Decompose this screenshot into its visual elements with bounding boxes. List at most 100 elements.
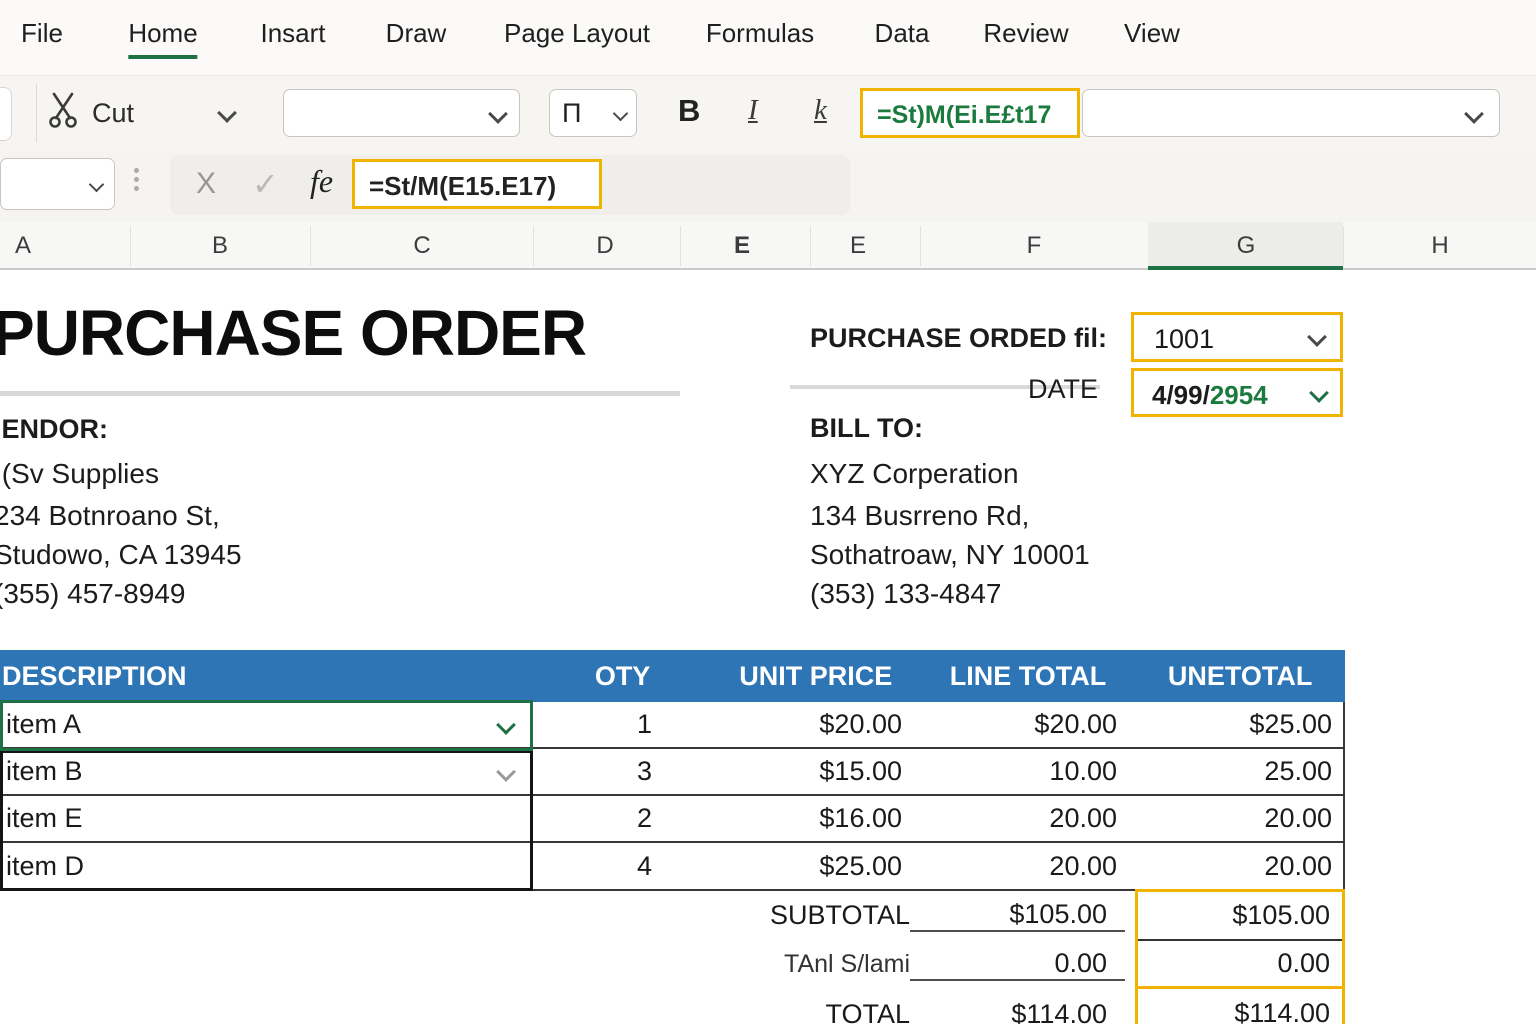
table-header-unetotal: UNETOTAL	[1167, 660, 1313, 691]
column-divider	[130, 226, 131, 266]
unetotal-cell[interactable]: $25.00	[1135, 709, 1345, 740]
vendor-line: 234 Botnroano St,	[0, 500, 220, 531]
billto-heading: BILL TO:	[810, 413, 923, 443]
font-size-value: Π	[562, 98, 582, 128]
column-header-c[interactable]: C	[413, 232, 430, 260]
toolbar-formula-box[interactable]: =St)M(Ei.E£t17	[860, 88, 1080, 138]
date-dropdown[interactable]: 4/99/2954	[1131, 368, 1343, 417]
cancel-icon[interactable]: X	[196, 167, 216, 201]
date-year: 2954	[1209, 380, 1268, 410]
description-column-border	[531, 750, 533, 891]
toolbar-divider	[36, 84, 37, 142]
clipboard-button-partial[interactable]	[0, 87, 12, 141]
scissors-icon[interactable]	[46, 88, 80, 137]
unit-price-cell[interactable]: $16.00	[710, 803, 920, 834]
underline-button[interactable]: k	[814, 94, 827, 127]
italic-button[interactable]: I	[748, 94, 758, 127]
qty-cell[interactable]: 3	[533, 756, 710, 787]
chevron-down-icon	[488, 104, 508, 124]
menu-home[interactable]: Home	[128, 18, 198, 59]
description-value: item B	[6, 756, 83, 786]
tax-boxed-cell[interactable]: 0.00	[1138, 941, 1342, 989]
line-total-cell[interactable]: 20.00	[920, 851, 1135, 882]
menu-formulas[interactable]: Formulas	[706, 18, 814, 49]
chevron-down-icon	[1464, 104, 1484, 124]
cut-button[interactable]: Cut	[92, 98, 134, 129]
billto-line: (353) 133-4847	[810, 578, 1002, 609]
fx-icon[interactable]: fe	[310, 163, 333, 200]
column-header-e2[interactable]: E	[850, 232, 866, 260]
chevron-down-icon[interactable]	[496, 761, 516, 782]
column-divider	[920, 226, 921, 266]
description-cell[interactable]: item E	[0, 796, 533, 841]
unetotal-cell[interactable]: 25.00	[1135, 756, 1345, 787]
qty-cell[interactable]: 4	[533, 851, 710, 882]
description-dropdown-cell[interactable]: item A	[0, 702, 533, 747]
totals-highlight-box: $105.00 0.00 $114.00	[1135, 889, 1345, 1024]
date-prefix: 4/99/	[1152, 380, 1210, 410]
column-header-b[interactable]: B	[212, 232, 228, 260]
formula-text: =St/M(E15.E17)	[369, 171, 557, 201]
table-row: item D 4 $25.00 20.00 20.00	[0, 843, 1345, 891]
column-divider	[680, 226, 681, 266]
line-total-cell[interactable]: 20.00	[920, 803, 1135, 834]
column-header-h[interactable]: H	[1431, 232, 1448, 260]
menu-draw[interactable]: Draw	[386, 18, 447, 49]
column-header-a[interactable]: A	[15, 232, 31, 260]
date-value: 4/99/2954	[1152, 380, 1268, 411]
billto-line: Sothatroaw, NY 10001	[810, 539, 1090, 570]
unetotal-cell[interactable]: 20.00	[1135, 803, 1345, 834]
menu-insert[interactable]: Insart	[260, 18, 325, 49]
unit-price-cell[interactable]: $25.00	[710, 851, 920, 882]
column-header-f[interactable]: F	[1027, 232, 1042, 260]
spreadsheet-app: File Home Insart Draw Page Layout Formul…	[0, 0, 1536, 1024]
billto-line: XYZ Corperation	[810, 458, 1019, 489]
column-header-d[interactable]: D	[596, 232, 613, 260]
total-boxed-cell[interactable]: $114.00	[1138, 989, 1342, 1024]
chevron-down-icon	[88, 176, 105, 193]
tax-label: TAnl S/lami	[784, 949, 910, 978]
subtotal-value-cell[interactable]: $105.00	[910, 899, 1125, 932]
vendor-line: Studowo, CA 13945	[0, 539, 242, 570]
bold-button[interactable]: B	[678, 93, 700, 129]
font-size-dropdown[interactable]: Π	[549, 89, 637, 137]
cut-dropdown-chevron-icon[interactable]	[217, 103, 237, 123]
chevron-down-icon	[1309, 383, 1329, 403]
column-divider	[533, 226, 534, 266]
menu-review[interactable]: Review	[983, 18, 1068, 49]
menu-data[interactable]: Data	[875, 18, 930, 49]
qty-cell[interactable]: 2	[533, 803, 710, 834]
unit-price-cell[interactable]: $15.00	[710, 756, 920, 787]
total-value-cell[interactable]: $114.00	[910, 999, 1125, 1024]
font-name-dropdown[interactable]	[283, 89, 520, 137]
toolbar: Cut Π B I k =St)M(Ei.E£t17	[0, 75, 1536, 154]
line-total-cell[interactable]: 10.00	[920, 756, 1135, 787]
description-value: item E	[6, 803, 83, 833]
line-total-cell[interactable]: $20.00	[920, 709, 1135, 740]
qty-cell[interactable]: 1	[533, 709, 710, 740]
unetotal-cell[interactable]: 20.00	[1135, 851, 1345, 882]
confirm-icon[interactable]: ✓	[252, 165, 279, 203]
column-header-g[interactable]: G	[1237, 232, 1256, 260]
unit-price-cell[interactable]: $20.00	[710, 709, 920, 740]
table-row: item E 2 $16.00 20.00 20.00	[0, 796, 1345, 843]
vendor-heading: IENDOR:	[0, 414, 108, 444]
column-header-e1[interactable]: E	[734, 232, 750, 260]
table-row: item B 3 $15.00 10.00 25.00	[0, 749, 1345, 796]
po-number-dropdown[interactable]: 1001	[1131, 312, 1343, 362]
chevron-down-icon[interactable]	[496, 714, 516, 735]
chevron-down-icon	[612, 105, 629, 122]
menu-file[interactable]: File	[21, 18, 63, 49]
formula-input-box[interactable]: =St/M(E15.E17)	[352, 159, 602, 209]
name-box[interactable]	[0, 158, 115, 210]
description-dropdown-cell[interactable]: item B	[0, 749, 533, 794]
subtotal-boxed-cell[interactable]: $105.00	[1138, 892, 1342, 941]
menu-view[interactable]: View	[1124, 18, 1180, 49]
chevron-down-icon	[1307, 327, 1327, 347]
description-cell[interactable]: item D	[0, 843, 533, 889]
vendor-line: (355) 457-8949	[0, 578, 186, 609]
tax-value-cell[interactable]: 0.00	[910, 948, 1125, 981]
total-label: TOTAL	[825, 998, 910, 1024]
style-dropdown[interactable]	[1082, 89, 1500, 137]
menu-page-layout[interactable]: Page Layout	[504, 18, 650, 49]
